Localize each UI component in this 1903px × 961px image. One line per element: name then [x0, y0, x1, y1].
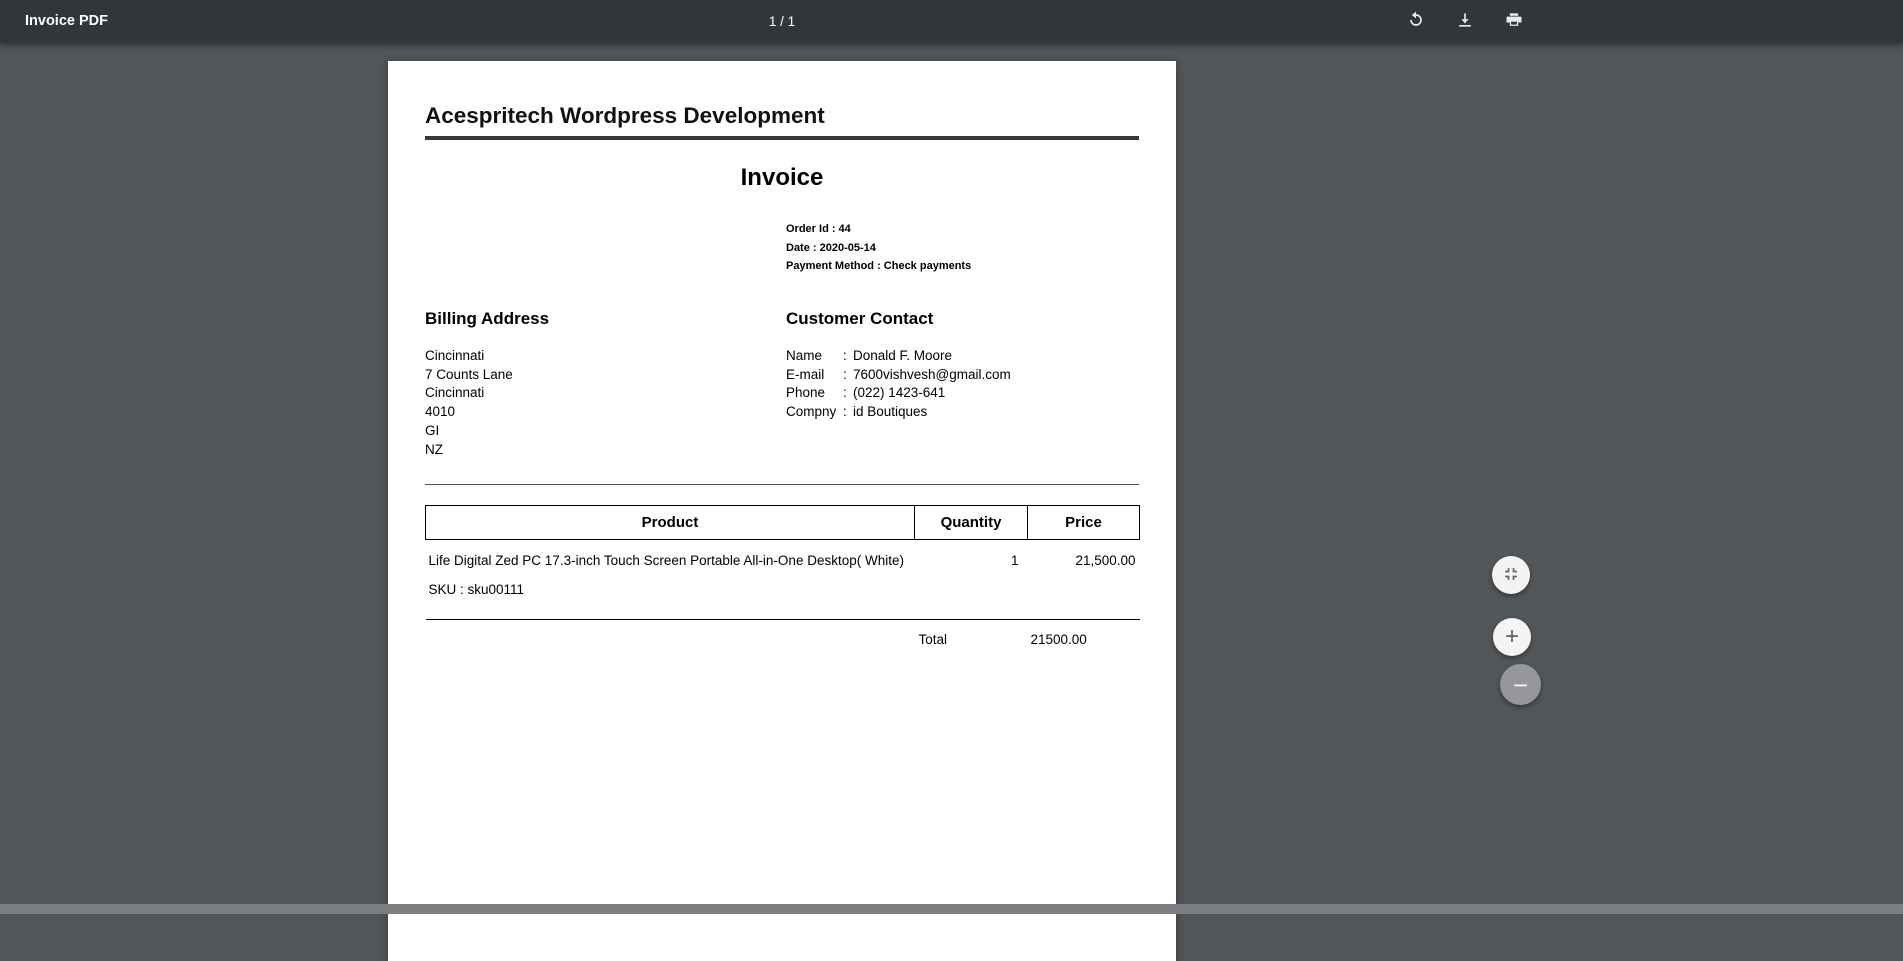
contact-separator: : [843, 347, 847, 363]
address-columns: Billing Address Cincinnati 7 Counts Lane… [425, 308, 1139, 460]
billing-address-section: Billing Address Cincinnati 7 Counts Lane… [425, 308, 786, 460]
zoom-in-button[interactable]: + [1493, 618, 1531, 656]
fit-page-button[interactable] [1492, 556, 1530, 594]
quantity-column-header: Quantity [914, 504, 1028, 540]
rotate-button[interactable] [1405, 11, 1427, 33]
contact-label: Phone [786, 385, 826, 401]
billing-line: 4010 [425, 404, 456, 420]
contact-value: id Boutiques [853, 404, 928, 420]
section-divider [425, 483, 1139, 485]
product-cell: Life Digital Zed PC 17.3-inch Touch Scre… [425, 539, 915, 620]
billing-heading: Billing Address [425, 308, 550, 328]
zoom-out-button[interactable]: − [1500, 664, 1541, 705]
table-row: Life Digital Zed PC 17.3-inch Touch Scre… [425, 539, 1140, 620]
page-indicator[interactable]: 1 / 1 [702, 0, 862, 43]
contact-rows: Name : Donald F. Moore E-mail : 7600vish… [786, 347, 1139, 422]
product-sku: SKU : sku00111 [428, 581, 525, 597]
total-label: Total [918, 631, 948, 647]
items-table: Product Quantity Price Life Digital Zed … [425, 504, 1140, 648]
billing-lines: Cincinnati 7 Counts Lane Cincinnati 4010… [425, 347, 786, 460]
contact-separator: : [843, 404, 847, 420]
quantity-cell: 1 [914, 539, 1028, 620]
contact-heading: Customer Contact [786, 308, 934, 328]
download-icon [1455, 10, 1475, 33]
horizontal-scrollbar[interactable] [0, 904, 1903, 914]
contact-separator: : [843, 366, 847, 382]
billing-line: NZ [425, 441, 443, 457]
total-spacer [426, 619, 915, 648]
print-icon [1504, 10, 1524, 33]
contact-row: Name : Donald F. Moore [786, 347, 1139, 366]
contact-row: Compny : id Boutiques [786, 403, 1139, 422]
total-value: 21500.00 [1030, 631, 1087, 647]
contact-separator: : [843, 385, 847, 401]
pdf-page: Acespritech Wordpress Development Invoic… [388, 61, 1176, 961]
document-title: Invoice PDF [25, 13, 108, 29]
customer-contact-section: Customer Contact Name : Donald F. Moore … [786, 308, 1139, 460]
contact-value: (022) 1423-641 [853, 385, 946, 401]
billing-line: GI [425, 422, 440, 438]
billing-line: 7 Counts Lane [425, 366, 513, 382]
billing-line: Cincinnati [425, 347, 485, 363]
company-name: Acespritech Wordpress Development [425, 103, 825, 128]
contact-value: 7600vishvesh@gmail.com [853, 366, 1011, 382]
payment-method-line: Payment Method : Check payments [786, 260, 972, 273]
table-header-row: Product Quantity Price [425, 504, 1140, 540]
invoice-title: Invoice [740, 164, 824, 191]
price-column-header: Price [1027, 504, 1140, 540]
toolbar-actions [1405, 0, 1525, 43]
contact-label: Name [786, 347, 823, 363]
order-id-line: Order Id : 44 [786, 223, 851, 235]
contact-label: Compny [786, 404, 837, 420]
product-column-header: Product [425, 504, 915, 540]
rotate-icon [1406, 10, 1426, 33]
billing-line: Cincinnati [425, 385, 485, 401]
print-button[interactable] [1503, 11, 1525, 33]
contact-row: Phone : (022) 1423-641 [786, 384, 1139, 403]
contact-value: Donald F. Moore [853, 347, 953, 363]
viewer-canvas: Acespritech Wordpress Development Invoic… [0, 43, 1903, 961]
download-button[interactable] [1454, 11, 1476, 33]
contact-label: E-mail [786, 366, 825, 382]
total-row: Total 21500.00 [426, 619, 1140, 648]
zoom-in-icon: + [1504, 623, 1519, 650]
order-meta: Order Id : 44 Date : 2020-05-14 Payment … [786, 220, 1139, 276]
header-divider [425, 136, 1139, 140]
product-name: Life Digital Zed PC 17.3-inch Touch Scre… [428, 552, 904, 568]
zoom-out-icon: − [1512, 669, 1529, 700]
price-cell: 21,500.00 [1027, 539, 1140, 620]
contact-row: E-mail : 7600vishvesh@gmail.com [786, 366, 1139, 385]
pdf-toolbar: Invoice PDF 1 / 1 [0, 0, 1903, 43]
order-date-line: Date : 2020-05-14 [786, 241, 876, 254]
fit-to-page-icon [1501, 564, 1521, 586]
